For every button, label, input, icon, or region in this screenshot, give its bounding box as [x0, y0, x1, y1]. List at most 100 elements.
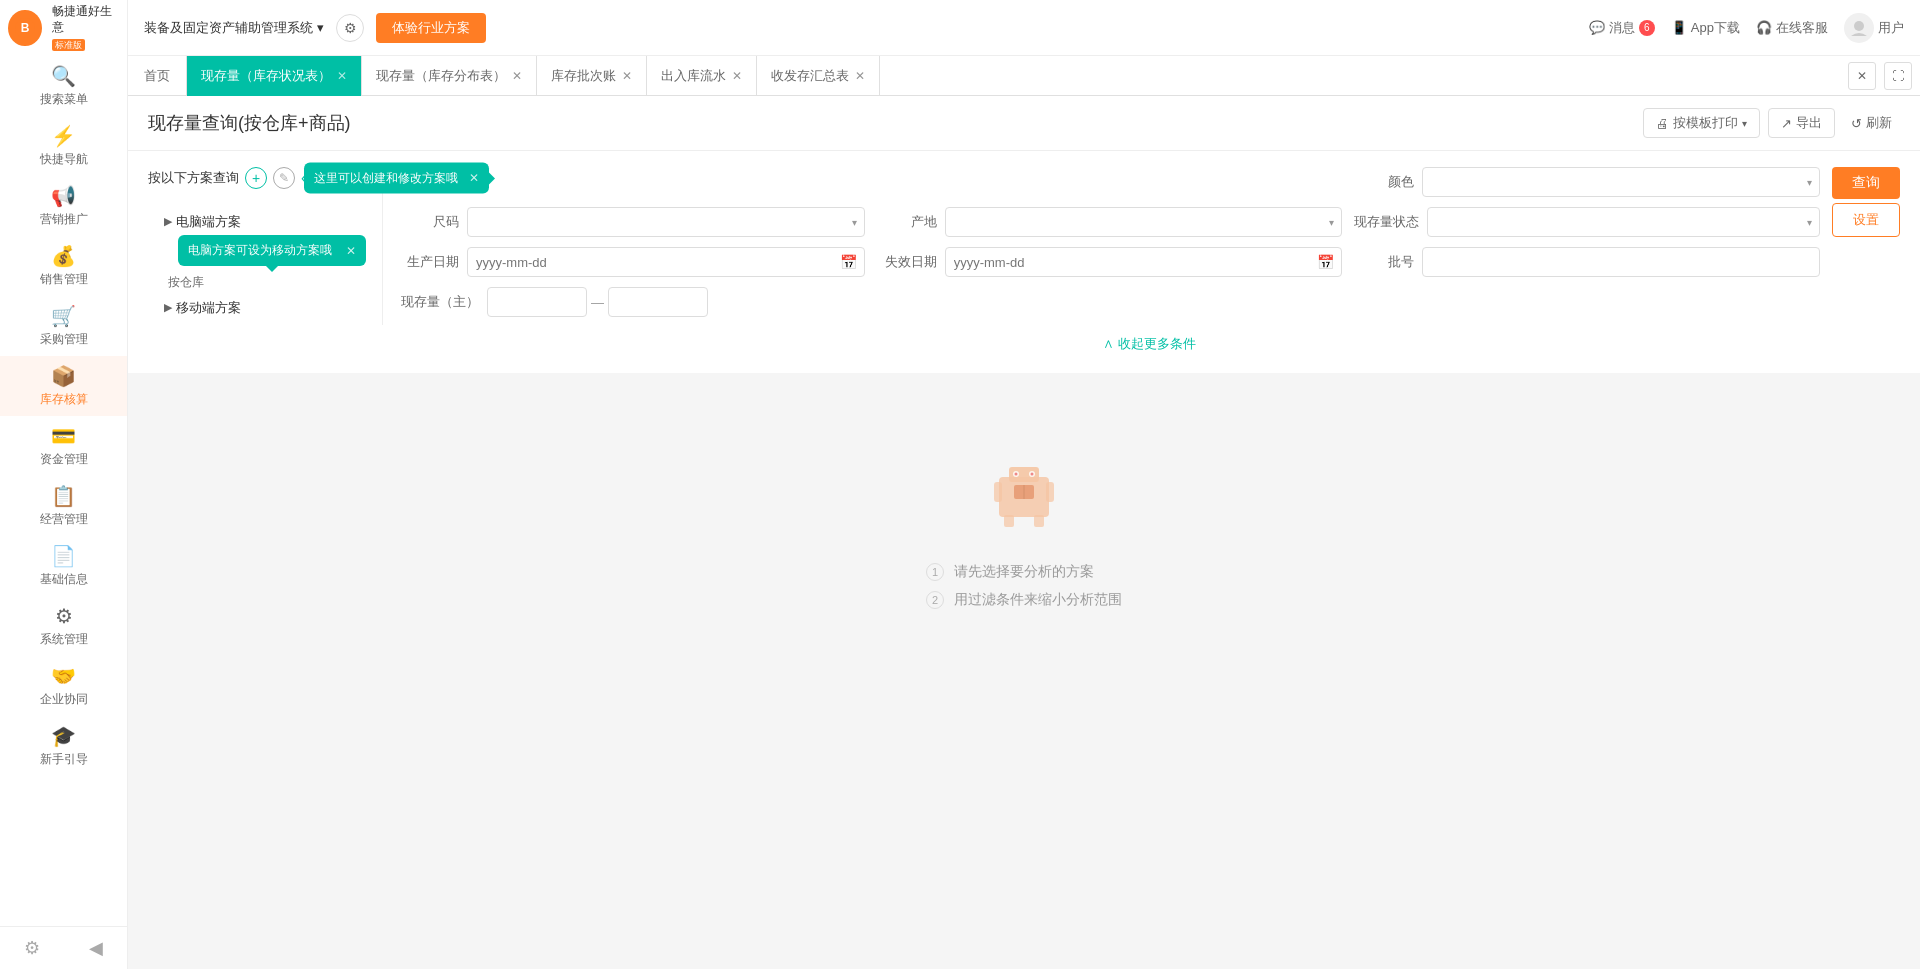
tab-flow[interactable]: 出入库流水 ✕ [647, 56, 757, 96]
sidebar-item-marketing[interactable]: 📢 营销推广 [0, 176, 127, 236]
export-icon: ↗ [1781, 116, 1792, 131]
main-content: 现存量查询(按仓库+商品) 🖨 按模板打印 ▾ ↗ 导出 ↺ 刷新 [128, 96, 1920, 969]
scheme-tooltip-close[interactable]: ✕ [346, 244, 356, 258]
tab-close-inventory-status[interactable]: ✕ [337, 69, 347, 83]
enterprise-icon: 🤝 [51, 664, 76, 688]
refresh-button[interactable]: ↺ 刷新 [1843, 109, 1900, 137]
step2-number: 2 [926, 591, 944, 609]
message-icon: 💬 [1589, 20, 1605, 35]
svg-text:B: B [20, 21, 29, 35]
prod-date-label: 生产日期 [399, 253, 459, 271]
sidebar-item-finance[interactable]: 💳 资金管理 [0, 416, 127, 476]
export-button[interactable]: ↗ 导出 [1768, 108, 1835, 138]
search-button[interactable]: 查询 [1832, 167, 1900, 199]
scheme-expand-pc[interactable]: ▶ [164, 215, 172, 228]
online-service-label: 在线客服 [1776, 19, 1828, 37]
trial-button[interactable]: 体验行业方案 [376, 13, 486, 43]
sidebar-item-system[interactable]: ⚙ 系统管理 [0, 596, 127, 656]
add-scheme-button[interactable]: + [245, 167, 267, 189]
sidebar-item-purchase[interactable]: 🛒 采购管理 [0, 296, 127, 356]
app-download-action[interactable]: 📱 App下载 [1671, 19, 1740, 37]
warehouse-label: 按仓库 [168, 275, 204, 289]
svg-rect-14 [1034, 515, 1044, 527]
message-action[interactable]: 💬 消息 6 [1589, 19, 1655, 37]
tab-summary[interactable]: 收发存汇总表 ✕ [757, 56, 880, 96]
page-container: 现存量查询(按仓库+商品) 🖨 按模板打印 ▾ ↗ 导出 ↺ 刷新 [128, 96, 1920, 969]
user-action[interactable]: 用户 [1844, 13, 1904, 43]
sidebar-item-enterprise[interactable]: 🤝 企业协同 [0, 656, 127, 716]
sidebar-item-sales[interactable]: 💰 销售管理 [0, 236, 127, 296]
color-select[interactable] [1422, 167, 1820, 197]
sidebar-item-base-info[interactable]: 📄 基础信息 [0, 536, 127, 596]
tab-inventory-dist[interactable]: 现存量（库存分布表） ✕ [362, 56, 537, 96]
inventory-icon: 📦 [51, 364, 76, 388]
filter-area: 按以下方案查询 + ✎ 这里可以创建和修改方案哦 ✕ « [128, 151, 1920, 373]
filter-field-stock-status: 现存量状态 ▾ [1354, 207, 1820, 237]
tab-close-all-btn[interactable]: ✕ [1848, 62, 1876, 90]
sales-icon: 💰 [51, 244, 76, 268]
tab-close-inventory-dist[interactable]: ✕ [512, 69, 522, 83]
phone-icon: 📱 [1671, 20, 1687, 35]
size-select[interactable] [467, 207, 865, 237]
svg-rect-13 [1004, 515, 1014, 527]
gear-button[interactable]: ⚙ [336, 14, 364, 42]
edit-tooltip: 这里可以创建和修改方案哦 ✕ [304, 163, 489, 194]
avatar [1844, 13, 1874, 43]
origin-select-wrapper: ▾ [945, 207, 1343, 237]
origin-select[interactable] [945, 207, 1343, 237]
settings-bottom-icon[interactable]: ⚙ [24, 937, 40, 959]
setting-button[interactable]: 设置 [1832, 203, 1900, 237]
empty-steps: 1 请先选择要分析的方案 2 用过滤条件来缩小分析范围 [926, 557, 1122, 613]
scheme-tooltip: 电脑方案可设为移动方案哦 ✕ [178, 235, 366, 266]
sidebar-item-search[interactable]: 🔍 搜索菜单 [0, 56, 127, 116]
tab-close-summary[interactable]: ✕ [855, 69, 865, 83]
message-badge: 6 [1639, 20, 1655, 36]
page-title: 现存量查询(按仓库+商品) [148, 111, 351, 135]
tab-close-flow[interactable]: ✕ [732, 69, 742, 83]
expiry-date-input[interactable] [945, 247, 1343, 277]
prod-date-wrapper: 📅 [467, 247, 865, 277]
stock-qty-min-input[interactable] [487, 287, 587, 317]
color-label: 颜色 [1354, 173, 1414, 191]
sidebar-nav: 🔍 搜索菜单 ⚡ 快捷导航 📢 营销推广 💰 销售管理 🛒 采购管理 📦 库存核… [0, 56, 127, 926]
sidebar: B 畅捷通好生意 标准版 🔍 搜索菜单 ⚡ 快捷导航 📢 营销推广 💰 销售管理 [0, 0, 128, 969]
stock-status-select[interactable] [1427, 207, 1820, 237]
scheme-name-pc[interactable]: 电脑端方案 [176, 213, 241, 231]
marketing-icon: 📢 [51, 184, 76, 208]
system-selector[interactable]: 装备及固定资产辅助管理系统 ▾ [144, 19, 324, 37]
range-separator: — [591, 295, 604, 310]
sidebar-bottom: ⚙ ◀ [0, 926, 127, 969]
user-label: 用户 [1878, 19, 1904, 37]
prod-date-input[interactable] [467, 247, 865, 277]
batch-input[interactable] [1422, 247, 1820, 277]
scheme-expand-mobile[interactable]: ▶ [164, 301, 172, 314]
sidebar-item-management[interactable]: 📋 经营管理 [0, 476, 127, 536]
color-select-wrapper: ▾ [1422, 167, 1820, 197]
guide-icon: 🎓 [51, 724, 76, 748]
stock-qty-label: 现存量（主） [399, 293, 479, 311]
filter-field-prod-date: 生产日期 📅 [399, 247, 865, 277]
template-print-button[interactable]: 🖨 按模板打印 ▾ [1643, 108, 1760, 138]
filter-field-origin: 产地 ▾ [877, 207, 1343, 237]
app-download-label: App下载 [1691, 19, 1740, 37]
filter-field-stock-qty: 现存量（主） — [399, 287, 865, 317]
logo-text: 畅捷通好生意 [52, 4, 119, 35]
tab-close-batch-account[interactable]: ✕ [622, 69, 632, 83]
sidebar-item-nav[interactable]: ⚡ 快捷导航 [0, 116, 127, 176]
online-service-action[interactable]: 🎧 在线客服 [1756, 19, 1828, 37]
scheme-name-mobile[interactable]: 移动端方案 [176, 299, 241, 317]
collapse-sidebar-icon[interactable]: ◀ [89, 937, 103, 959]
collapse-bar[interactable]: ∧ 收起更多条件 [399, 327, 1900, 357]
tab-home[interactable]: 首页 [128, 56, 187, 96]
tab-fullscreen-btn[interactable]: ⛶ [1884, 62, 1912, 90]
stock-qty-max-input[interactable] [608, 287, 708, 317]
svg-rect-11 [994, 482, 1002, 502]
tab-batch-account-label: 库存批次账 [551, 67, 616, 85]
tab-batch-account[interactable]: 库存批次账 ✕ [537, 56, 647, 96]
system-icon: ⚙ [55, 604, 73, 628]
edit-scheme-button[interactable]: ✎ 这里可以创建和修改方案哦 ✕ [273, 167, 295, 189]
edit-tooltip-close[interactable]: ✕ [469, 171, 479, 185]
tab-inventory-status[interactable]: 现存量（库存状况表） ✕ [187, 56, 362, 96]
sidebar-item-inventory[interactable]: 📦 库存核算 [0, 356, 127, 416]
sidebar-item-guide[interactable]: 🎓 新手引导 [0, 716, 127, 776]
